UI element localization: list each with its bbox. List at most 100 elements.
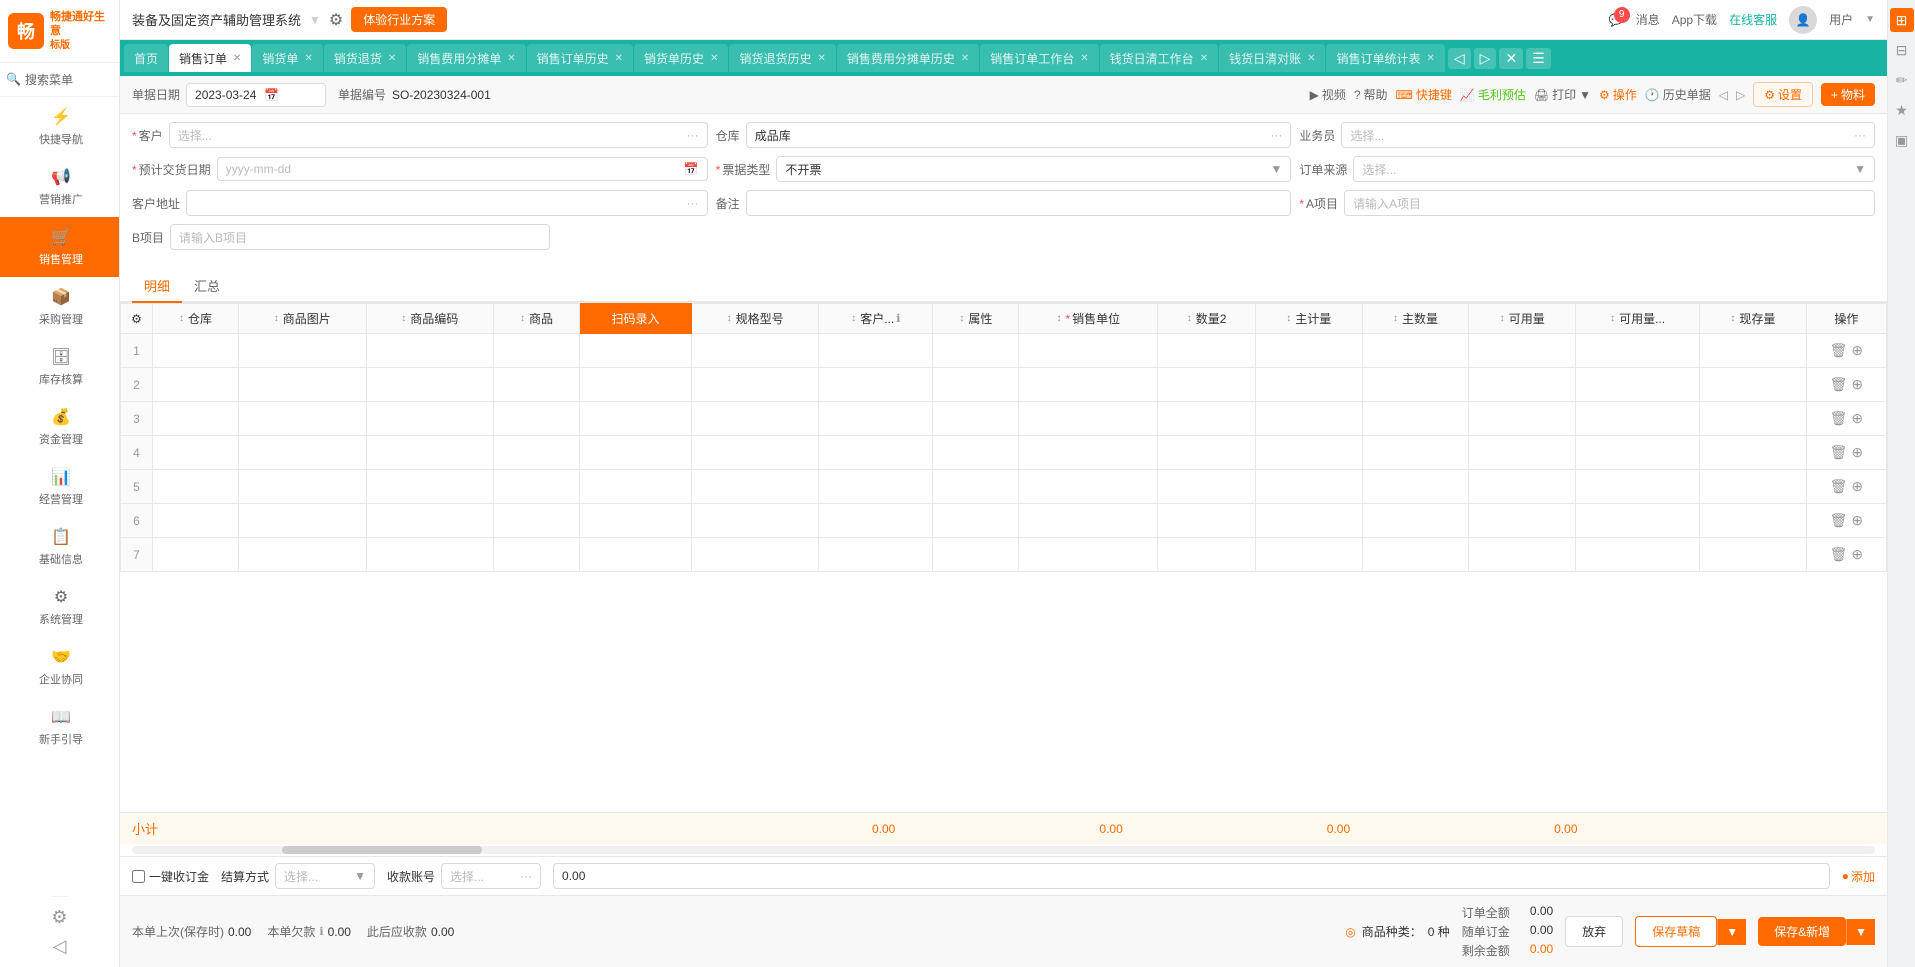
settings-bottom-icon[interactable]: ⚙ xyxy=(51,907,67,928)
row-unit-5[interactable] xyxy=(1019,470,1158,504)
note-input[interactable] xyxy=(746,190,1292,216)
one-click-checkbox[interactable] xyxy=(132,870,145,883)
row-qty2-1[interactable] xyxy=(1158,334,1256,368)
sidebar-item-purchase[interactable]: 📦 采购管理 xyxy=(0,277,119,337)
row-main-qty-7[interactable] xyxy=(1362,538,1469,572)
row-product-1[interactable] xyxy=(493,334,579,368)
row-product-4[interactable] xyxy=(493,436,579,470)
row-delete-btn-3[interactable]: 🗑 xyxy=(1830,410,1848,427)
sidebar-item-finance[interactable]: 💰 资金管理 xyxy=(0,397,119,457)
row-qty2-4[interactable] xyxy=(1158,436,1256,470)
tab-next-btn[interactable]: ▷ xyxy=(1474,48,1497,69)
row-copy-btn-6[interactable]: ⊕ xyxy=(1851,512,1863,529)
col-image-header[interactable]: ↕ 商品图片 xyxy=(239,304,366,334)
tab-sales-order[interactable]: 销售订单 ✕ xyxy=(169,44,251,72)
order-source-input[interactable]: 选择... ▼ xyxy=(1353,156,1875,182)
print-btn[interactable]: 🖨 打印 ▼ xyxy=(1534,86,1591,103)
col-customer-header[interactable]: ↕ 客户... ℹ xyxy=(819,304,933,334)
tab-sales-stats[interactable]: 销售订单统计表 ✕ xyxy=(1326,44,1444,72)
row-main-qty-3[interactable] xyxy=(1362,402,1469,436)
tab-return-history-close[interactable]: ✕ xyxy=(817,53,825,64)
tab-daily-reconcile[interactable]: 钱货日清对账 ✕ xyxy=(1219,44,1325,72)
payment-amount-input[interactable]: 0.00 xyxy=(553,863,1830,889)
row-customer-code-6[interactable] xyxy=(819,504,933,538)
nav-next-btn[interactable]: ▷ xyxy=(1736,88,1745,102)
row-customer-code-3[interactable] xyxy=(819,402,933,436)
row-spec-7[interactable] xyxy=(691,538,818,572)
scroll-thumb[interactable] xyxy=(282,846,482,854)
right-icon-edit[interactable]: ✏ xyxy=(1890,68,1914,92)
warehouse-dots[interactable]: ··· xyxy=(1270,128,1282,142)
row-delete-btn-5[interactable]: 🗑 xyxy=(1830,478,1848,495)
row-main-qty-4[interactable] xyxy=(1362,436,1469,470)
date-input[interactable]: 2023-03-24 📅 xyxy=(186,83,326,107)
row-qty2-6[interactable] xyxy=(1158,504,1256,538)
row-warehouse-4[interactable] xyxy=(153,436,239,470)
tab-sales-return[interactable]: 销货退货 ✕ xyxy=(324,44,406,72)
row-warehouse-5[interactable] xyxy=(153,470,239,504)
col-spec-header[interactable]: ↕ 规格型号 xyxy=(691,304,818,334)
detail-tab-summary[interactable]: 汇总 xyxy=(182,270,232,303)
settings-btn[interactable]: ⚙ 设置 xyxy=(1753,82,1813,107)
tab-return-history[interactable]: 销货退货历史 ✕ xyxy=(729,44,835,72)
row-warehouse-7[interactable] xyxy=(153,538,239,572)
row-spec-4[interactable] xyxy=(691,436,818,470)
row-copy-btn-7[interactable]: ⊕ xyxy=(1851,546,1863,563)
row-customer-code-2[interactable] xyxy=(819,368,933,402)
row-attr-4[interactable] xyxy=(933,436,1019,470)
tab-expense-split-close[interactable]: ✕ xyxy=(507,53,515,64)
row-main-qty-2[interactable] xyxy=(1362,368,1469,402)
sidebar-item-basic-info[interactable]: 📋 基础信息 xyxy=(0,517,119,577)
save-new-arrow-btn[interactable]: ▼ xyxy=(1846,919,1875,945)
view-btn[interactable]: ▶ 视频 xyxy=(1310,86,1346,103)
row-spec-1[interactable] xyxy=(691,334,818,368)
tab-expense-split[interactable]: 销售费用分摊单 ✕ xyxy=(407,44,525,72)
collapse-icon[interactable]: ◁ xyxy=(53,936,67,957)
tab-menu-btn[interactable]: ☰ xyxy=(1526,48,1551,69)
help-btn[interactable]: ? 帮助 xyxy=(1354,86,1388,103)
row-warehouse-1[interactable] xyxy=(153,334,239,368)
col-warehouse-header[interactable]: ↕ 仓库 xyxy=(153,304,239,334)
user-menu-arrow[interactable]: ▼ xyxy=(1865,14,1875,25)
sidebar-item-quick-nav[interactable]: ⚡ 快捷导航 xyxy=(0,97,119,157)
col-current-header[interactable]: ↕ 现存量 xyxy=(1700,304,1807,334)
account-select[interactable]: 选择... ··· xyxy=(441,863,541,889)
col-unit-header[interactable]: ↕ *销售单位 xyxy=(1019,304,1158,334)
tab-home[interactable]: 首页 xyxy=(124,44,168,72)
right-icon-star[interactable]: ★ xyxy=(1890,98,1914,122)
row-warehouse-3[interactable] xyxy=(153,402,239,436)
delivery-date-input[interactable]: yyyy-mm-dd 📅 xyxy=(217,157,708,181)
row-delete-btn-6[interactable]: 🗑 xyxy=(1830,512,1848,529)
row-unit-6[interactable] xyxy=(1019,504,1158,538)
tab-sales-order-close[interactable]: ✕ xyxy=(233,53,241,64)
col-attr-header[interactable]: ↕ 属性 xyxy=(933,304,1019,334)
row-code-7[interactable] xyxy=(366,538,493,572)
horizontal-scrollbar[interactable] xyxy=(132,846,1875,854)
save-new-btn[interactable]: 保存&新增 xyxy=(1758,917,1846,946)
warehouse-input[interactable]: 成品库 ··· xyxy=(746,122,1292,148)
row-customer-code-7[interactable] xyxy=(819,538,933,572)
tab-close-all-btn[interactable]: ✕ xyxy=(1499,48,1523,69)
row-qty2-5[interactable] xyxy=(1158,470,1256,504)
col-settings-header[interactable]: ⚙ xyxy=(121,304,153,334)
sidebar-item-marketing[interactable]: 📢 营销推广 xyxy=(0,157,119,217)
tab-order-history-close[interactable]: ✕ xyxy=(615,53,623,64)
add-payment-btn[interactable]: ● 添加 xyxy=(1842,868,1875,885)
row-code-3[interactable] xyxy=(366,402,493,436)
a-project-input[interactable]: 请输入A项目 xyxy=(1344,190,1875,216)
row-main-qty-5[interactable] xyxy=(1362,470,1469,504)
row-copy-btn-2[interactable]: ⊕ xyxy=(1851,376,1863,393)
right-icon-minus[interactable]: ⊟ xyxy=(1890,38,1914,62)
row-customer-code-4[interactable] xyxy=(819,436,933,470)
address-dots[interactable]: ··· xyxy=(687,196,699,210)
tab-daily-workbench-close[interactable]: ✕ xyxy=(1200,53,1208,64)
right-icon-grid[interactable]: ⊞ xyxy=(1890,8,1914,32)
add-material-btn[interactable]: + 物料 xyxy=(1821,83,1875,106)
row-attr-3[interactable] xyxy=(933,402,1019,436)
tab-prev-btn[interactable]: ◁ xyxy=(1448,48,1471,69)
row-unit-3[interactable] xyxy=(1019,402,1158,436)
tab-daily-reconcile-close[interactable]: ✕ xyxy=(1307,53,1315,64)
staff-dots[interactable]: ··· xyxy=(1854,128,1866,142)
b-project-input[interactable]: 请输入B项目 xyxy=(170,224,550,250)
history-btn[interactable]: 🕐 历史单据 xyxy=(1645,86,1711,103)
